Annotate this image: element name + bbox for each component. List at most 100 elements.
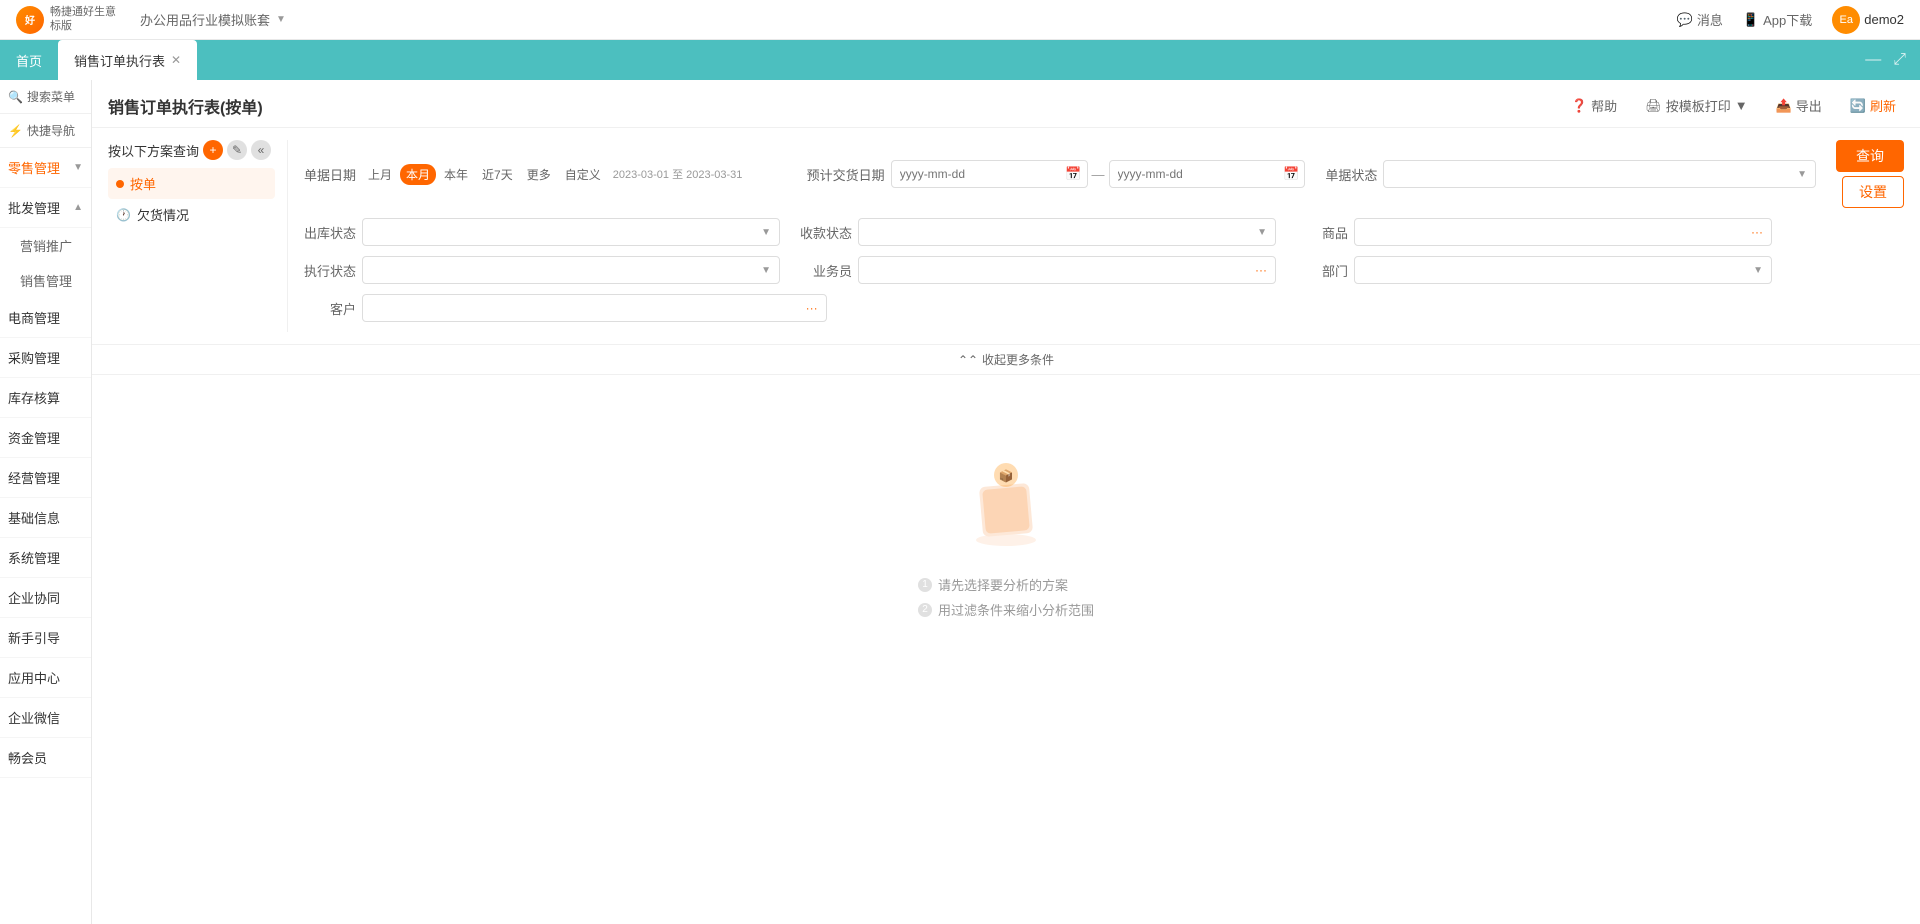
date-btn-last-month[interactable]: 上月 xyxy=(362,164,398,185)
help-icon: ❓ xyxy=(1571,98,1587,114)
payment-status-select[interactable]: ▼ xyxy=(858,218,1276,246)
date-separator: — xyxy=(1092,167,1105,182)
sidebar-item-purchase[interactable]: 采购管理 xyxy=(0,338,91,378)
order-status-select[interactable]: ▼ xyxy=(1383,160,1816,188)
customer-more-icon: ··· xyxy=(806,301,818,315)
delivery-status-field: 出库状态 ▼ xyxy=(296,218,780,246)
salesperson-select[interactable]: ··· xyxy=(858,256,1276,284)
delivery-status-select[interactable]: ▼ xyxy=(362,218,780,246)
sidebar-item-retail[interactable]: 零售管理 ▼ xyxy=(0,148,91,188)
message-button[interactable]: 💬 消息 xyxy=(1677,10,1723,29)
tab-close-icon[interactable]: ✕ xyxy=(171,53,181,67)
export-icon: 📤 xyxy=(1776,98,1792,114)
add-scheme-button[interactable]: + xyxy=(203,140,223,160)
nav-icon: ⚡ xyxy=(8,124,23,138)
date-btn-more[interactable]: 更多 xyxy=(521,164,557,185)
export-button[interactable]: 📤 导出 xyxy=(1768,92,1830,119)
app-download-button[interactable]: 📱 App下载 xyxy=(1743,10,1812,29)
filter-row-3: 执行状态 ▼ 业务员 ··· xyxy=(296,256,1904,284)
sidebar-item-system[interactable]: 系统管理 xyxy=(0,538,91,578)
query-button[interactable]: 查询 xyxy=(1836,140,1904,172)
goods-label: 商品 xyxy=(1288,223,1348,242)
customer-label: 客户 xyxy=(296,299,356,318)
filter-scheme-header: 按以下方案查询 + ✎ « xyxy=(108,140,275,160)
exec-status-select[interactable]: ▼ xyxy=(362,256,780,284)
sidebar-item-wholesale[interactable]: 批发管理 ▲ xyxy=(0,188,91,228)
sidebar-item-apps[interactable]: 应用中心 xyxy=(0,658,91,698)
sidebar-item-basics[interactable]: 基础信息 xyxy=(0,498,91,538)
sidebar-item-operations[interactable]: 经营管理 xyxy=(0,458,91,498)
settings-button[interactable]: 设置 xyxy=(1842,176,1904,208)
salesperson-more-icon: ··· xyxy=(1255,263,1267,277)
department-field: 部门 ▼ xyxy=(1288,256,1772,284)
date-btn-this-month[interactable]: 本月 xyxy=(400,164,436,185)
exec-status-field: 执行状态 ▼ xyxy=(296,256,780,284)
app-icon: 📱 xyxy=(1743,12,1759,28)
expected-date-label: 预计交货日期 xyxy=(807,165,885,184)
chevron-up-icon: ▲ xyxy=(73,202,83,213)
date-btn-this-year[interactable]: 本年 xyxy=(438,164,474,185)
scheme-item-shortage[interactable]: 🕐 欠货情况 xyxy=(108,199,275,230)
department-arrow-icon: ▼ xyxy=(1753,265,1763,276)
payment-status-label: 收款状态 xyxy=(792,223,852,242)
page-header-actions: ❓ 帮助 🖨 按模板打印 ▼ 📤 导出 🔄 刷新 xyxy=(1563,92,1904,119)
sidebar-item-newbie[interactable]: 新手引导 xyxy=(0,618,91,658)
help-button[interactable]: ❓ 帮助 xyxy=(1563,92,1625,119)
expected-date-to[interactable] xyxy=(1109,160,1306,188)
empty-hint-2: 用过滤条件来缩小分析范围 xyxy=(918,600,1094,619)
calendar-from-icon: 📅 xyxy=(1065,166,1081,182)
message-icon: 💬 xyxy=(1677,12,1693,28)
sidebar-item-marketing[interactable]: 营销推广 xyxy=(0,228,91,263)
scheme-item-order[interactable]: 按单 xyxy=(108,168,275,199)
refresh-button[interactable]: 🔄 刷新 xyxy=(1842,92,1904,119)
calendar-to-icon: 📅 xyxy=(1283,166,1299,182)
empty-hint-1: 请先选择要分析的方案 xyxy=(918,575,1094,594)
expected-date-field: 预计交货日期 📅 — 📅 xyxy=(807,160,1306,188)
tab-bar: 首页 销售订单执行表 ✕ — ⤢ xyxy=(0,40,1920,80)
expected-date-to-wrap: 📅 xyxy=(1109,160,1306,188)
sidebar-quick-nav[interactable]: ⚡ 快捷导航 xyxy=(0,114,91,148)
avatar: Ea xyxy=(1832,6,1860,34)
refresh-icon: 🔄 xyxy=(1850,98,1866,114)
tab-minimize-icon[interactable]: — xyxy=(1863,49,1883,71)
expected-date-from-wrap: 📅 xyxy=(891,160,1088,188)
sidebar-item-members[interactable]: 畅会员 xyxy=(0,738,91,778)
expected-date-from[interactable] xyxy=(891,160,1088,188)
customer-select[interactable]: ··· xyxy=(362,294,827,322)
more-icon: ··· xyxy=(1751,225,1763,239)
collapse-more-button[interactable]: ⌃⌃ 收起更多条件 xyxy=(92,344,1920,374)
edit-scheme-button[interactable]: ✎ xyxy=(227,140,247,160)
page-header: 销售订单执行表(按单) ❓ 帮助 🖨 按模板打印 ▼ 📤 导出 xyxy=(92,80,1920,128)
sidebar-item-inventory[interactable]: 库存核算 xyxy=(0,378,91,418)
sidebar-item-ecommerce[interactable]: 电商管理 xyxy=(0,298,91,338)
date-btn-custom[interactable]: 自定义 xyxy=(559,164,607,185)
breadcrumb-arrow-icon: ▼ xyxy=(276,14,286,25)
top-header: 好 畅捷通好生意 标版 办公用品行业模拟账套 ▼ 💬 消息 📱 App下载 Ea… xyxy=(0,0,1920,40)
date-quick-buttons: 上月 本月 本年 近7天 更多 自定义 xyxy=(362,164,607,185)
tab-sales-order[interactable]: 销售订单执行表 ✕ xyxy=(58,40,197,80)
sidebar-search[interactable]: 🔍 搜索菜单 xyxy=(0,80,91,114)
salesperson-label: 业务员 xyxy=(792,261,852,280)
collapse-icon: ⌃⌃ xyxy=(958,353,978,367)
sidebar-item-finance[interactable]: 资金管理 xyxy=(0,418,91,458)
goods-select[interactable]: ··· xyxy=(1354,218,1772,246)
filter-row-2: 出库状态 ▼ 收款状态 ▼ xyxy=(296,218,1904,246)
exec-status-label: 执行状态 xyxy=(296,261,356,280)
date-btn-last-7[interactable]: 近7天 xyxy=(476,164,519,185)
tab-home[interactable]: 首页 xyxy=(0,40,58,80)
department-select[interactable]: ▼ xyxy=(1354,256,1772,284)
delivery-arrow-icon: ▼ xyxy=(761,227,771,238)
date-label: 单据日期 xyxy=(296,165,356,184)
sidebar-item-sales[interactable]: 销售管理 xyxy=(0,263,91,298)
breadcrumb[interactable]: 办公用品行业模拟账套 ▼ xyxy=(140,10,286,29)
filter-scheme-panel: 按以下方案查询 + ✎ « 按单 🕐 欠货情况 xyxy=(108,140,288,332)
collapse-scheme-button[interactable]: « xyxy=(251,140,271,160)
logo-text: 畅捷通好生意 标版 xyxy=(50,6,116,32)
user-profile[interactable]: Ea demo2 xyxy=(1832,6,1904,34)
print-button[interactable]: 🖨 按模板打印 ▼ xyxy=(1637,92,1755,119)
sidebar-item-enterprise[interactable]: 企业协同 xyxy=(0,578,91,618)
content-area: 销售订单执行表(按单) ❓ 帮助 🖨 按模板打印 ▼ 📤 导出 xyxy=(92,80,1920,924)
tab-expand-icon[interactable]: ⤢ xyxy=(1891,49,1908,71)
filter-actions: 查询 设置 xyxy=(1828,140,1904,208)
sidebar-item-wechat[interactable]: 企业微信 xyxy=(0,698,91,738)
